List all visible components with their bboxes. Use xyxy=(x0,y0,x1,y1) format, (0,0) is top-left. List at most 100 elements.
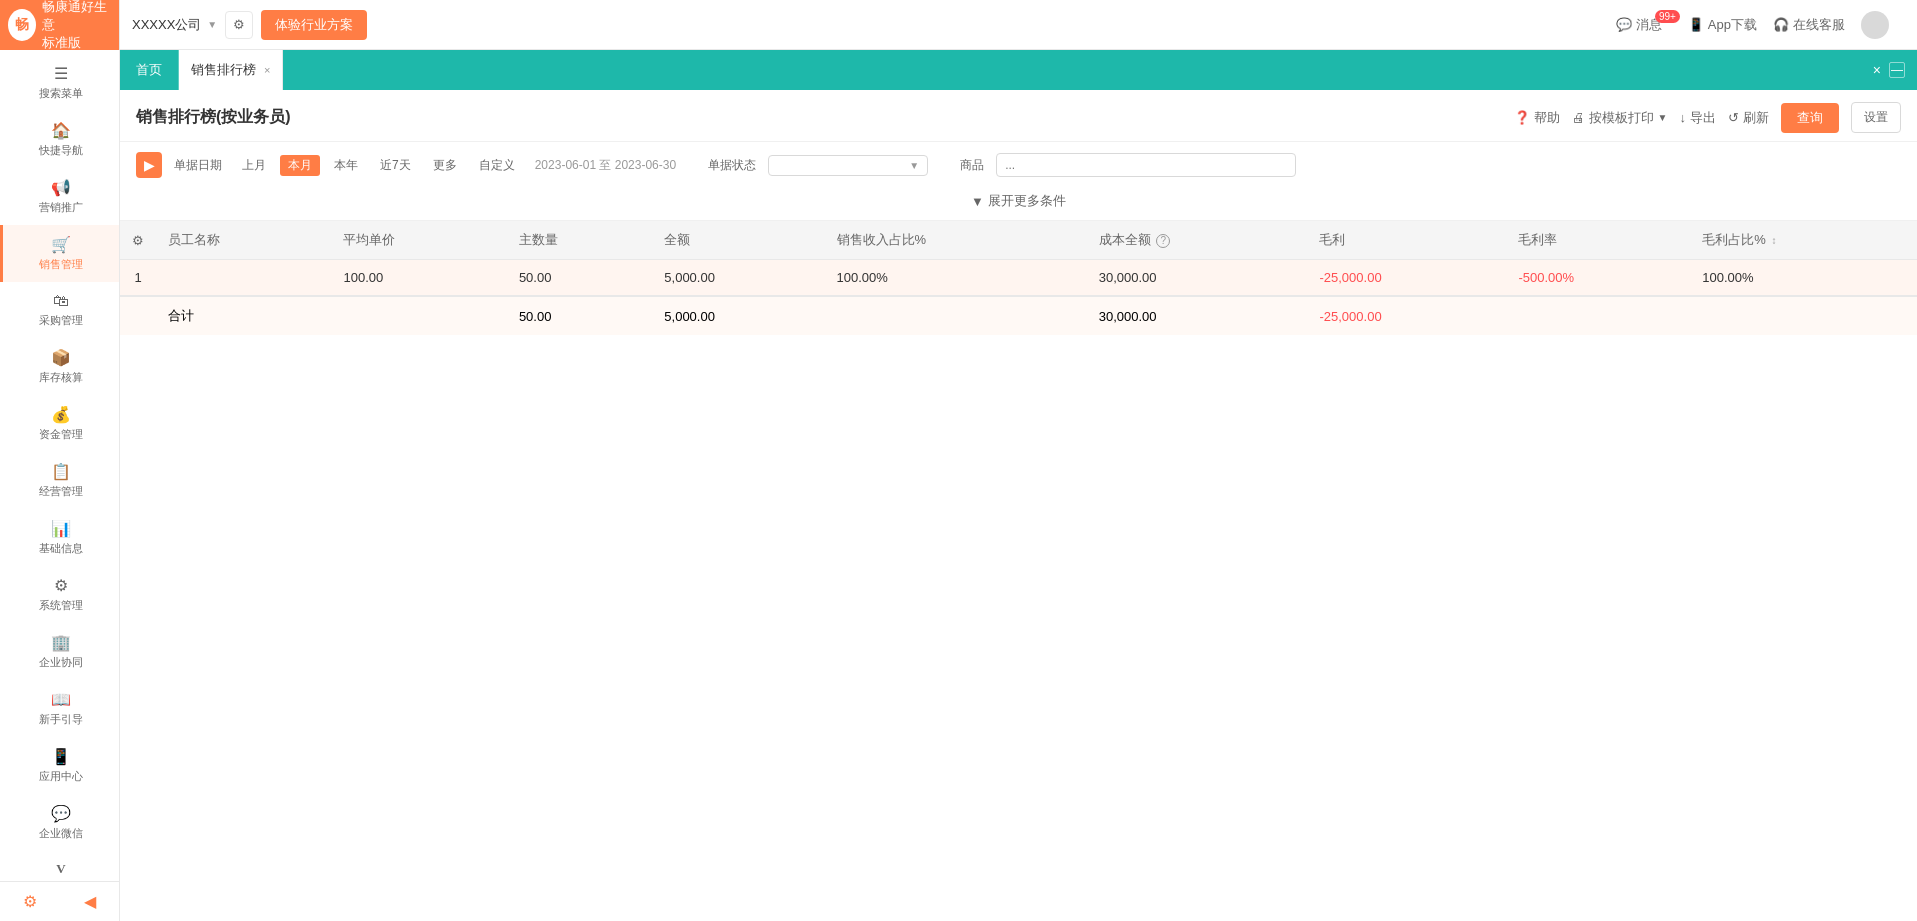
company-selector[interactable]: XXXXX公司 ▼ xyxy=(132,16,217,34)
cell-gross-ratio: 100.00% xyxy=(1690,260,1917,297)
table-wrap: ⚙ 员工名称 平均单价 主数量 全额 xyxy=(120,221,1917,921)
footer-empty-5 xyxy=(1690,296,1917,335)
sidebar-label-app-center: 应用中心 xyxy=(39,769,83,784)
col-gross-ratio: 毛利占比% ↕ xyxy=(1690,221,1917,260)
footer-empty-2 xyxy=(331,296,506,335)
page-title: 销售排行榜(按业务员) xyxy=(136,107,291,128)
export-btn[interactable]: ↓ 导出 xyxy=(1680,109,1717,127)
app-download-btn[interactable]: 📱 App下载 xyxy=(1688,16,1757,34)
cell-amount: 5,000.00 xyxy=(652,260,824,297)
col-settings[interactable]: ⚙ xyxy=(120,221,156,260)
sidebar-item-guide[interactable]: 📖 新手引导 xyxy=(0,680,119,737)
wechat-icon: 💬 xyxy=(51,804,71,823)
sidebar-item-inventory[interactable]: 📦 库存核算 xyxy=(0,338,119,395)
app-center-icon: 📱 xyxy=(51,747,71,766)
tab-home[interactable]: 首页 xyxy=(120,50,179,90)
trial-btn[interactable]: 体验行业方案 xyxy=(261,10,367,40)
sidebar-settings-btn[interactable]: ⚙ xyxy=(23,892,37,911)
sidebar-item-app-center[interactable]: 📱 应用中心 xyxy=(0,737,119,794)
sidebar-item-sales[interactable]: 🛒 销售管理 xyxy=(0,225,119,282)
sidebar-item-search-order[interactable]: ☰ 搜索菜单 xyxy=(0,54,119,111)
sidebar-item-enterprise[interactable]: 🏢 企业协同 xyxy=(0,623,119,680)
date-option-last-month[interactable]: 上月 xyxy=(234,155,274,176)
col-avg-price: 平均单价 xyxy=(331,221,506,260)
filter-row-1: ▶ 单据日期 上月 本月 本年 近7天 更多 自定义 2023-06-01 至 … xyxy=(136,152,1901,178)
col-gross: 毛利 xyxy=(1307,221,1506,260)
tab-close-icon[interactable]: × xyxy=(264,64,270,76)
sidebar-item-quick-nav[interactable]: 🏠 快捷导航 xyxy=(0,111,119,168)
home-icon: 🏠 xyxy=(51,121,71,140)
refresh-label: 刷新 xyxy=(1743,109,1769,127)
date-option-this-month[interactable]: 本月 xyxy=(280,155,320,176)
logo-icon: 畅 xyxy=(8,9,36,41)
goods-input-wrap[interactable] xyxy=(996,153,1296,177)
search-order-icon: ☰ xyxy=(54,64,68,83)
sidebar-item-marketing[interactable]: 📢 营销推广 xyxy=(0,168,119,225)
sidebar-footer: ⚙ ◀ xyxy=(0,881,119,921)
online-support-btn[interactable]: 🎧 在线客服 xyxy=(1773,16,1845,34)
window-close-btn[interactable]: × xyxy=(1873,62,1881,78)
date-option-more[interactable]: 更多 xyxy=(425,155,465,176)
sidebar-label-marketing: 营销推广 xyxy=(39,200,83,215)
date-option-this-year[interactable]: 本年 xyxy=(326,155,366,176)
help-label: 帮助 xyxy=(1534,109,1560,127)
date-option-custom[interactable]: 自定义 xyxy=(471,155,523,176)
help-icon: ❓ xyxy=(1514,110,1530,125)
online-support-label: 在线客服 xyxy=(1793,16,1845,34)
print-btn[interactable]: 🖨 按模板打印 ▼ xyxy=(1572,109,1668,127)
query-btn[interactable]: 查询 xyxy=(1781,103,1839,133)
phone-icon: 📱 xyxy=(1688,17,1704,32)
settings-btn[interactable]: 设置 xyxy=(1851,102,1901,133)
cell-main-qty: 50.00 xyxy=(507,260,652,297)
sidebar-item-member[interactable]: V 畅会员 xyxy=(0,851,119,881)
sidebar-label-quick-nav: 快捷导航 xyxy=(39,143,83,158)
cost-amount-info-icon[interactable]: ? xyxy=(1156,234,1170,248)
sidebar-item-wechat[interactable]: 💬 企业微信 xyxy=(0,794,119,851)
message-btn[interactable]: 💬 消息 99+ xyxy=(1616,16,1672,34)
topbar-settings-btn[interactable]: ⚙ xyxy=(225,11,253,39)
help-btn[interactable]: ❓ 帮助 xyxy=(1514,109,1560,127)
footer-empty-4 xyxy=(1506,296,1690,335)
refresh-btn[interactable]: ↺ 刷新 xyxy=(1728,109,1769,127)
sidebar-label-inventory: 库存核算 xyxy=(39,370,83,385)
sidebar-label-guide: 新手引导 xyxy=(39,712,83,727)
footer-label: 合计 xyxy=(156,296,331,335)
date-options: 上月 本月 本年 近7天 更多 自定义 xyxy=(234,155,523,176)
main-area: XXXXX公司 ▼ ⚙ 体验行业方案 💬 消息 99+ 📱 App下载 🎧 在线… xyxy=(120,0,1917,921)
avatar[interactable] xyxy=(1861,11,1889,39)
sidebar-label-operations: 经营管理 xyxy=(39,484,83,499)
col-sales-ratio: 销售收入占比% xyxy=(825,221,1087,260)
app-download-label: App下载 xyxy=(1708,16,1757,34)
table-row: 1 100.00 50.00 xyxy=(120,260,1917,297)
tab-sales-ranking[interactable]: 销售排行榜 × xyxy=(179,50,283,90)
sidebar-item-system[interactable]: ⚙ 系统管理 xyxy=(0,566,119,623)
sidebar-item-purchase[interactable]: 🛍 采购管理 xyxy=(0,282,119,338)
status-filter-label: 单据状态 xyxy=(708,157,756,174)
goods-input[interactable] xyxy=(1005,158,1287,172)
basic-info-icon: 📊 xyxy=(51,519,71,538)
sales-icon: 🛒 xyxy=(51,235,71,254)
print-icon: 🖨 xyxy=(1572,110,1585,125)
sidebar-item-operations[interactable]: 📋 经营管理 xyxy=(0,452,119,509)
expand-more-btn[interactable]: ▼ 展开更多条件 xyxy=(971,192,1066,210)
date-option-last-7days[interactable]: 近7天 xyxy=(372,155,419,176)
message-badge: 99+ xyxy=(1655,10,1680,23)
page-actions: ❓ 帮助 🖨 按模板打印 ▼ ↓ 导出 ↺ 刷新 xyxy=(1514,102,1901,133)
sidebar-item-finance[interactable]: 💰 资金管理 xyxy=(0,395,119,452)
gear-icon: ⚙ xyxy=(233,17,245,32)
sidebar-label-system: 系统管理 xyxy=(39,598,83,613)
home-tab-label: 首页 xyxy=(136,61,162,79)
expand-down-icon: ▼ xyxy=(971,194,984,209)
company-name: XXXXX公司 xyxy=(132,16,201,34)
sidebar: 畅 畅康通好生意 标准版 ☰ 搜索菜单 🏠 快捷导航 📢 营销推广 🛒 销售管理… xyxy=(0,0,120,921)
col-cost-amount: 成本全额 ? xyxy=(1087,221,1308,260)
filter-expand-arrow-btn[interactable]: ▶ xyxy=(136,152,162,178)
sidebar-item-basic-info[interactable]: 📊 基础信息 xyxy=(0,509,119,566)
sort-icon[interactable]: ↕ xyxy=(1771,235,1776,246)
window-minimize-btn[interactable]: — xyxy=(1889,62,1905,78)
col-name: 员工名称 xyxy=(156,221,331,260)
sidebar-collapse-btn[interactable]: ◀ xyxy=(84,892,96,911)
status-select[interactable]: ▼ xyxy=(768,155,928,176)
headset-icon: 🎧 xyxy=(1773,17,1789,32)
sidebar-nav: ☰ 搜索菜单 🏠 快捷导航 📢 营销推广 🛒 销售管理 🛍 采购管理 📦 库存核… xyxy=(0,50,119,881)
